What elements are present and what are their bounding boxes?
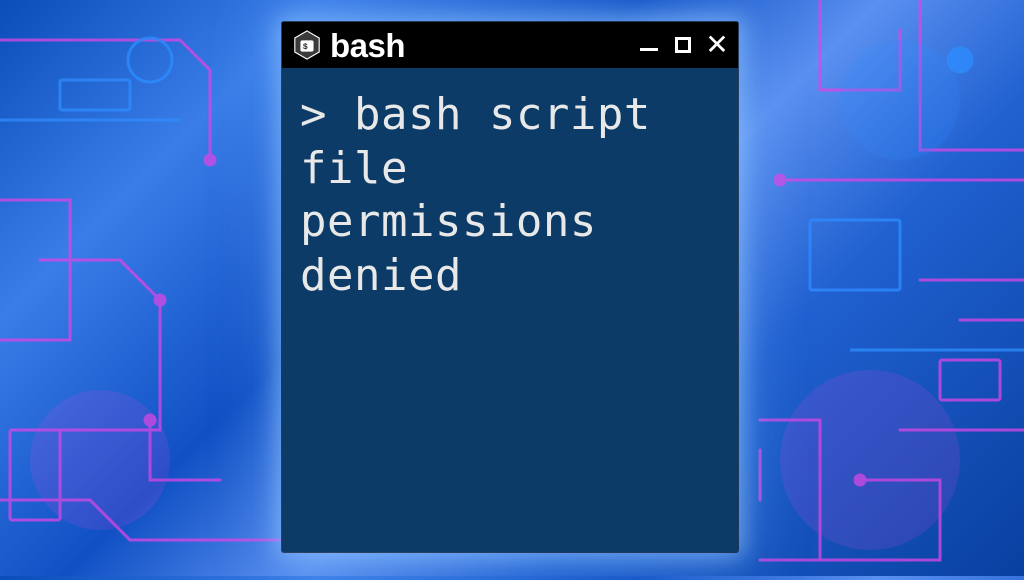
maximize-button[interactable] <box>672 34 694 56</box>
prompt-symbol: > <box>300 89 327 140</box>
terminal-text: bash script file permissions denied <box>300 89 678 301</box>
close-icon: ✕ <box>705 31 728 59</box>
maximize-icon <box>675 37 691 53</box>
minimize-icon <box>640 48 658 51</box>
svg-text:$: $ <box>303 42 308 52</box>
window-controls: ✕ <box>638 34 728 56</box>
titlebar[interactable]: $ bash ✕ <box>282 22 738 68</box>
bash-hex-icon: $ <box>292 30 322 60</box>
close-button[interactable]: ✕ <box>706 34 728 56</box>
terminal-window: $ bash ✕ > bash script file permissions … <box>282 22 738 552</box>
window-title: bash <box>330 29 405 62</box>
minimize-button[interactable] <box>638 34 660 56</box>
terminal-body[interactable]: > bash script file permissions denied <box>282 68 738 552</box>
